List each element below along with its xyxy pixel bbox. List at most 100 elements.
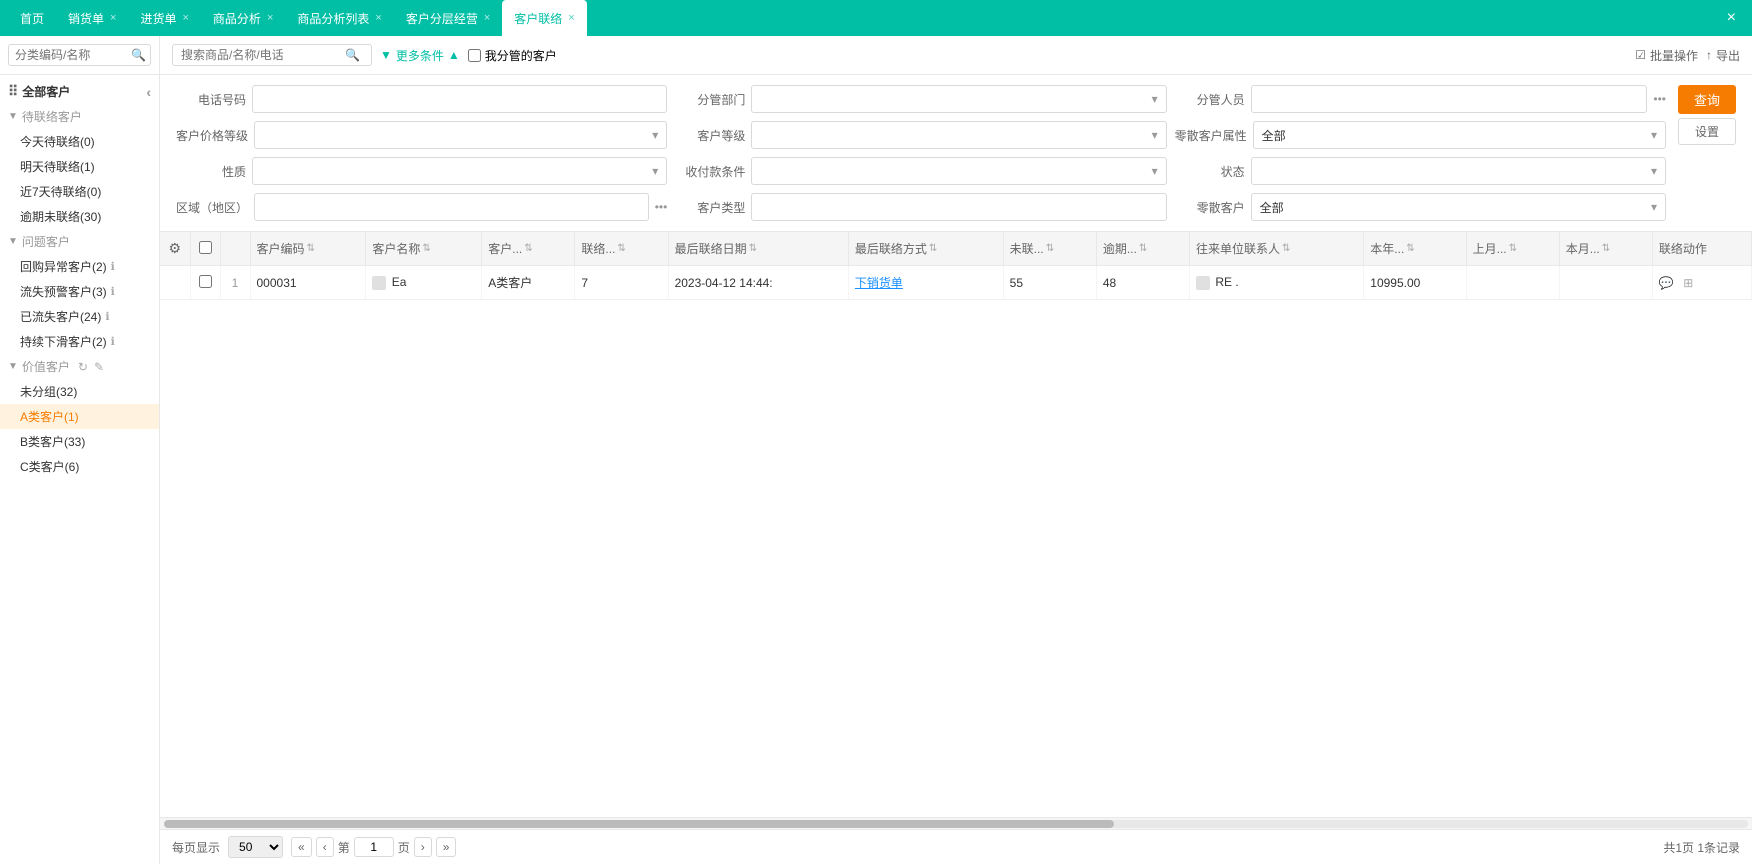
area-dots[interactable]: ••• — [655, 200, 668, 214]
status-select[interactable]: ▾ — [1251, 157, 1666, 185]
sidebar-group-problem[interactable]: ▼ 问题客户 — [0, 229, 159, 254]
filter-search-input[interactable] — [181, 48, 341, 62]
sidebar-item-today[interactable]: 今天待联络(0) — [0, 129, 159, 154]
edit-icon[interactable]: ✎ — [94, 360, 104, 374]
batch-ops-button[interactable]: ☑ 批量操作 — [1635, 47, 1698, 64]
tab-goods-analysis[interactable]: 商品分析 × — [201, 0, 285, 36]
close-icon[interactable]: × — [484, 12, 490, 24]
last-page-button[interactable]: » — [436, 837, 457, 857]
column-not-contacted[interactable]: 未联... ⇅ — [1003, 232, 1096, 266]
status-bar: 每页显示 50 100 200 « ‹ 第 页 › » 共1页 1条记录 — [160, 829, 1752, 864]
column-last-contact-date[interactable]: 最后联络日期 ⇅ — [668, 232, 848, 266]
column-this-month[interactable]: 本月... ⇅ — [1559, 232, 1652, 266]
tab-customer-contact[interactable]: 客户联络 × — [502, 0, 586, 36]
refresh-icon[interactable]: ↻ — [78, 360, 88, 374]
column-last-month[interactable]: 上月... ⇅ — [1466, 232, 1559, 266]
row-code-cell: 000031 — [250, 266, 366, 300]
settings-button[interactable]: 设置 — [1678, 118, 1736, 145]
sidebar-all-customers[interactable]: ⠿ 全部客户 ‹ — [0, 75, 159, 104]
prev-page-button[interactable]: ‹ — [316, 837, 334, 857]
tab-purchase[interactable]: 进货单 × — [128, 0, 200, 36]
filter-row-2: 客户价格等级 ▾ 客户等级 ▾ — [176, 121, 1666, 149]
my-customers-checkbox[interactable]: 我分管的客户 — [468, 47, 557, 64]
person-input[interactable] — [1251, 85, 1648, 113]
scrollbar-thumb[interactable] — [164, 820, 1114, 828]
area-input[interactable] — [254, 193, 649, 221]
next-page-button[interactable]: › — [414, 837, 432, 857]
payment-select[interactable]: ▾ — [751, 157, 1166, 185]
more-filters-button[interactable]: ▼ 更多条件 ▲ — [380, 47, 460, 64]
retail-attr-select[interactable]: 全部 ▾ — [1253, 121, 1666, 149]
column-settings[interactable]: ⚙ — [160, 232, 190, 266]
tab-home[interactable]: 首页 — [8, 0, 56, 36]
sidebar-item-b-class[interactable]: B类客户(33) — [0, 429, 159, 454]
tab-customer-segment[interactable]: 客户分层经营 × — [394, 0, 502, 36]
select-all-checkbox[interactable] — [199, 241, 212, 254]
triangle-icon: ▼ — [8, 361, 18, 372]
horizontal-scrollbar[interactable] — [160, 817, 1752, 829]
close-icon[interactable]: × — [110, 12, 116, 24]
sidebar-item-c-class[interactable]: C类客户(6) — [0, 454, 159, 479]
pagination: « ‹ 第 页 › » — [291, 837, 456, 857]
sidebar-item-continuous-decline[interactable]: 持续下滑客户(2) ℹ — [0, 329, 159, 354]
price-level-select[interactable]: ▾ — [254, 121, 667, 149]
export-button[interactable]: ↑ 导出 — [1706, 47, 1740, 64]
close-all-button[interactable]: × — [1719, 9, 1744, 27]
column-contact[interactable]: 联络... ⇅ — [575, 232, 668, 266]
qr-icon[interactable]: ⊞ — [1683, 276, 1693, 290]
close-icon[interactable]: × — [182, 12, 188, 24]
collapse-icon[interactable]: ‹ — [146, 84, 151, 100]
column-name[interactable]: 客户名称 ⇅ — [366, 232, 482, 266]
customer-level-select[interactable]: ▾ — [751, 121, 1166, 149]
sidebar-item-lost[interactable]: 已流失客户(24) ℹ — [0, 304, 159, 329]
row-checkbox[interactable] — [199, 275, 212, 288]
phone-label: 电话号码 — [176, 91, 246, 108]
sidebar-group-value[interactable]: ▼ 价值客户 ↻ ✎ — [0, 354, 159, 379]
filter-retail: 零散客户 全部 ▾ — [1175, 193, 1666, 221]
sidebar-item-near7[interactable]: 近7天待联络(0) — [0, 179, 159, 204]
filter-payment: 收付款条件 ▾ — [675, 157, 1166, 185]
tab-sales[interactable]: 销货单 × — [56, 0, 128, 36]
filter-icon: ▼ — [380, 48, 392, 62]
person-dots[interactable]: ••• — [1653, 92, 1666, 106]
retail-label: 零散客户 — [1175, 199, 1245, 216]
my-customers-check[interactable] — [468, 49, 481, 62]
sidebar-item-a-class[interactable]: A类客户(1) — [0, 404, 159, 429]
chat-icon[interactable]: 💬 — [1659, 276, 1674, 290]
scrollbar-track[interactable] — [164, 820, 1748, 828]
first-page-button[interactable]: « — [291, 837, 312, 857]
filter-area: 区域（地区） ••• — [176, 193, 667, 221]
sidebar-item-overdue[interactable]: 逾期未联络(30) — [0, 204, 159, 229]
caret-icon: ▲ — [448, 48, 460, 62]
dept-select[interactable]: ▾ — [751, 85, 1166, 113]
sidebar-item-repeat-abnormal[interactable]: 回购异常客户(2) ℹ — [0, 254, 159, 279]
tab-goods-analysis-list[interactable]: 商品分析列表 × — [285, 0, 393, 36]
column-code[interactable]: 客户编码 ⇅ — [250, 232, 366, 266]
column-customer-type[interactable]: 客户... ⇅ — [482, 232, 575, 266]
close-icon[interactable]: × — [267, 12, 273, 24]
sidebar-item-lost-risk[interactable]: 流失预警客户(3) ℹ — [0, 279, 159, 304]
close-icon[interactable]: × — [375, 12, 381, 24]
column-overdue[interactable]: 逾期... ⇅ — [1096, 232, 1189, 266]
gear-icon[interactable]: ⚙ — [168, 240, 181, 256]
column-unit-contact[interactable]: 往来单位联系人 ⇅ — [1189, 232, 1363, 266]
retail-select[interactable]: 全部 ▾ — [1251, 193, 1666, 221]
query-button[interactable]: 查询 — [1678, 85, 1736, 114]
sidebar-item-tomorrow[interactable]: 明天待联络(1) — [0, 154, 159, 179]
phone-input[interactable] — [252, 85, 667, 113]
sidebar-search-input[interactable] — [8, 44, 151, 66]
page-size-select[interactable]: 50 100 200 — [228, 836, 283, 858]
customer-type-input[interactable] — [751, 193, 1166, 221]
column-this-year[interactable]: 本年... ⇅ — [1364, 232, 1466, 266]
sidebar-item-unclassified[interactable]: 未分组(32) — [0, 379, 159, 404]
row-last-contact-method-cell[interactable]: 下销货单 — [848, 266, 1003, 300]
sort-icon: ⇅ — [1282, 243, 1290, 254]
close-icon[interactable]: × — [568, 12, 574, 24]
sidebar-group-pending[interactable]: ▼ 待联络客户 — [0, 104, 159, 129]
contact-method-link[interactable]: 下销货单 — [855, 276, 903, 290]
column-last-contact-method[interactable]: 最后联络方式 ⇅ — [848, 232, 1003, 266]
column-check[interactable] — [190, 232, 220, 266]
page-number-input[interactable] — [354, 837, 394, 857]
nature-select[interactable]: ▾ — [252, 157, 667, 185]
row-check-cell[interactable] — [190, 266, 220, 300]
